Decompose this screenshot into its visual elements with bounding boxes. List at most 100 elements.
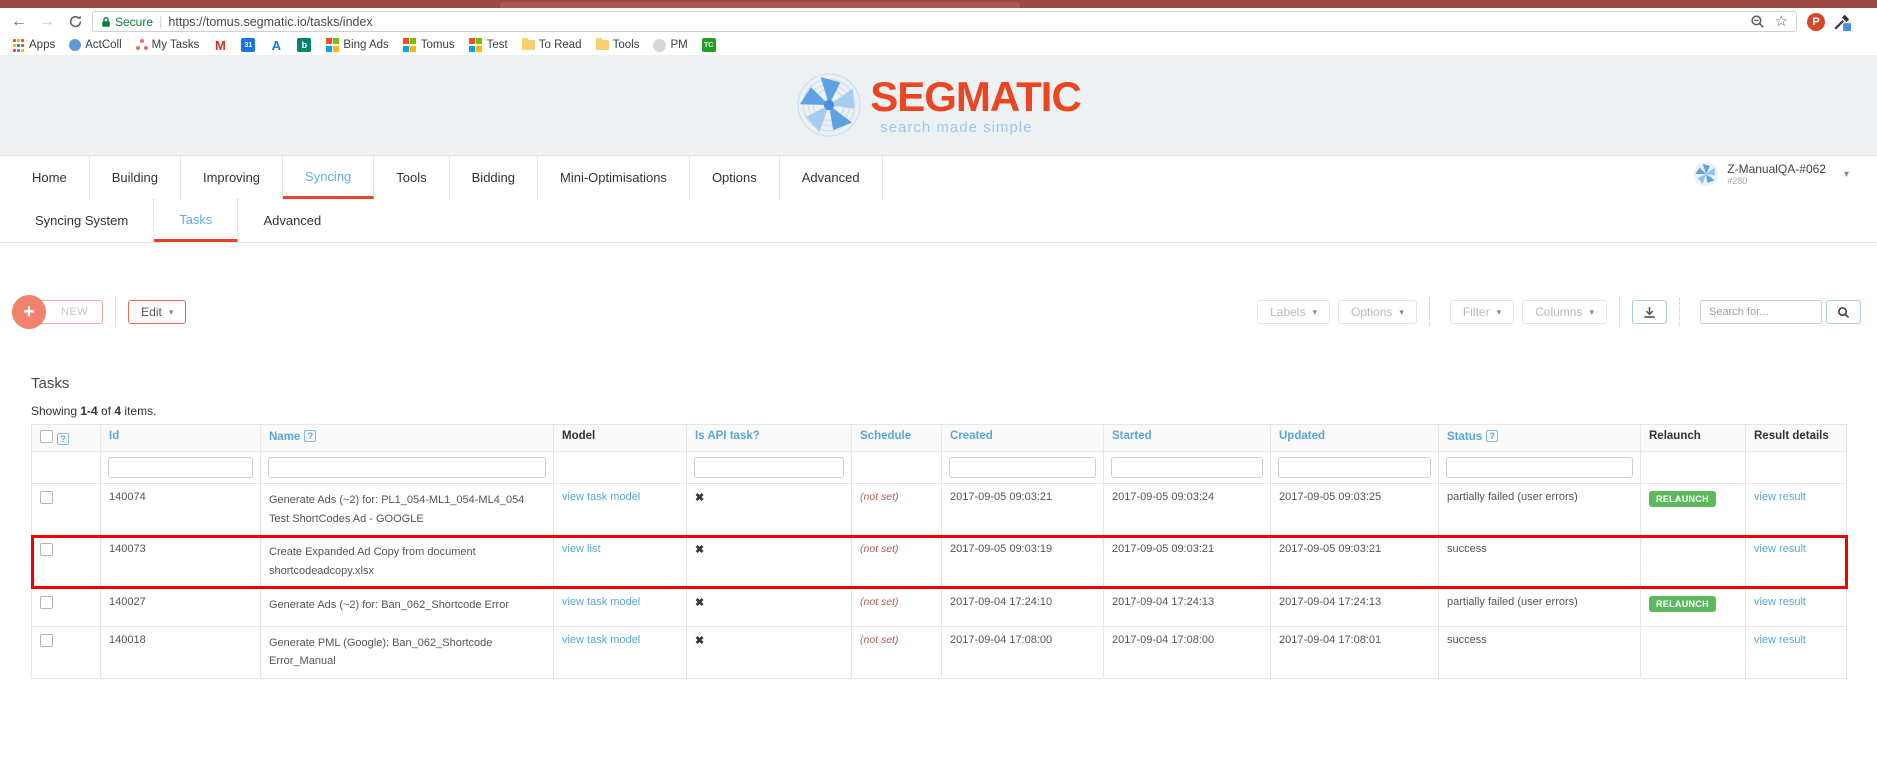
view-result-link[interactable]: view result [1754,634,1806,646]
search-input[interactable] [1700,300,1822,324]
new-task-button[interactable]: NEW + [12,295,104,329]
bookmark-analytics[interactable]: A [264,38,288,53]
row-checkbox[interactable] [40,491,53,504]
plus-icon: + [12,295,46,329]
bing-icon: b [297,38,312,52]
bookmark-my-tasks[interactable]: My Tasks [131,39,205,51]
started-filter-input[interactable] [1111,457,1263,478]
summary-mid: of [97,404,115,418]
help-icon[interactable]: ? [57,433,69,445]
nav-home[interactable]: Home [10,156,90,199]
logo-tagline: search made simple [880,118,1033,136]
options-button[interactable]: Options ▾ [1338,300,1417,324]
column-header-updated[interactable]: Updated [1279,430,1325,442]
started-cell: 2017-09-04 17:24:13 [1103,587,1271,627]
download-button[interactable] [1632,300,1667,324]
row-checkbox[interactable] [40,543,53,557]
bookmark-calendar[interactable]: 31 [236,38,260,52]
nav-tools[interactable]: Tools [374,156,450,199]
filter-button[interactable]: Filter ▾ [1449,300,1515,324]
forward-icon[interactable]: → [36,11,58,33]
view-result-link[interactable]: view result [1754,491,1806,503]
nav-building[interactable]: Building [90,156,181,199]
help-icon[interactable]: ? [304,430,317,442]
column-header-is-api[interactable]: Is API task? [695,430,760,442]
refresh-icon[interactable] [64,11,86,33]
bookmark-star-icon[interactable]: ☆ [1775,14,1788,29]
help-icon[interactable]: ? [1486,430,1499,442]
apps-menu[interactable]: Apps [6,38,60,52]
column-header-created[interactable]: Created [950,430,993,442]
bookmark-tools[interactable]: Tools [591,38,645,51]
eyedropper-extension-icon[interactable] [1833,13,1851,31]
summary-line: Showing 1-4 of 4 items. [31,404,1846,418]
row-checkbox[interactable] [40,633,53,647]
bookmark-gmail[interactable]: M [208,38,232,53]
nav-mini-optimisations[interactable]: Mini-Optimisations [538,156,690,199]
bookmark-techcrunch[interactable]: TC [697,38,721,52]
status-filter-input[interactable] [1446,457,1633,478]
edit-button[interactable]: Edit ▾ [128,300,187,324]
bookmark-pm[interactable]: PM [648,38,692,52]
labels-button[interactable]: Labels ▾ [1257,300,1331,324]
id-cell: 140027 [100,587,261,627]
column-header-name[interactable]: Name [269,431,300,443]
user-id: #280 [1727,176,1748,186]
search-button[interactable] [1826,300,1861,324]
column-header-schedule[interactable]: Schedule [860,430,911,442]
table-row: 140027 Generate Ads (~2) for: Ban_062_Sh… [31,587,1847,627]
updated-filter-input[interactable] [1278,457,1431,478]
options-label: Options [1351,305,1393,319]
url-text[interactable]: https://tomus.segmatic.io/tasks/index [168,15,1743,29]
zoom-out-icon[interactable] [1750,14,1765,29]
chevron-down-icon: ▾ [1843,168,1849,180]
divider [115,298,117,326]
relaunch-button[interactable]: RELAUNCH [1649,595,1716,612]
subnav-syncing-system[interactable]: Syncing System [10,199,155,242]
folder-icon [595,38,609,50]
bookmark-to-read[interactable]: To Read [517,38,587,51]
nav-options[interactable]: Options [690,156,780,199]
url-bar[interactable]: Secure | https://tomus.segmatic.io/tasks… [92,11,1797,32]
created-filter-input[interactable] [949,457,1096,478]
nav-bidding[interactable]: Bidding [450,156,539,199]
id-filter-input[interactable] [108,457,253,478]
name-filter-input[interactable] [268,457,546,478]
view-result-link[interactable]: view result [1754,543,1806,555]
column-header-started[interactable]: Started [1112,430,1152,442]
id-cell: 140073 [100,535,261,589]
nav-syncing[interactable]: Syncing [283,156,375,199]
header-row: ? Id Name? Model Is API task? Schedule C… [31,424,1847,452]
name-cell: Generate Ads (~2) for: PL1_054-ML1_054-M… [260,482,554,537]
pocket-extension-icon[interactable]: P [1807,12,1825,31]
columns-button[interactable]: Columns ▾ [1522,300,1607,324]
relaunch-button[interactable]: RELAUNCH [1649,491,1716,507]
bookmark-bing[interactable]: b [292,38,316,52]
nav-advanced[interactable]: Advanced [780,156,883,199]
user-menu[interactable]: Z-ManualQA-#062 #280 ▾ [1693,161,1849,187]
select-all-checkbox[interactable] [40,430,53,443]
bookmark-actcoll[interactable]: ActColl [64,39,126,51]
bookmark-bing-ads[interactable]: Bing Ads [320,38,393,52]
view-result-link[interactable]: view result [1754,596,1806,608]
subnav-advanced[interactable]: Advanced [238,199,346,242]
column-header-status[interactable]: Status [1447,431,1482,443]
view-model-link[interactable]: view task model [562,634,640,646]
nav-improving[interactable]: Improving [181,156,284,199]
reddit-icon [653,38,667,52]
bookmark-test[interactable]: Test [464,38,513,52]
secure-indicator[interactable]: Secure [101,15,153,29]
column-header-id[interactable]: Id [109,430,119,442]
user-name: Z-ManualQA-#062 [1727,162,1826,176]
view-model-link[interactable]: view task model [562,491,640,503]
bookmark-tomus[interactable]: Tomus [398,38,460,52]
table-row-highlighted: 140073 Create Expanded Ad Copy from docu… [30,534,1848,590]
is-api-filter-input[interactable] [694,457,844,478]
apps-grid-icon [11,38,25,52]
subnav-tasks[interactable]: Tasks [154,199,239,242]
row-checkbox[interactable] [40,595,53,609]
view-model-link[interactable]: view list [562,543,601,555]
view-model-link[interactable]: view task model [562,596,640,608]
browser-tab[interactable] [500,2,1020,8]
back-icon[interactable]: ← [8,11,30,33]
